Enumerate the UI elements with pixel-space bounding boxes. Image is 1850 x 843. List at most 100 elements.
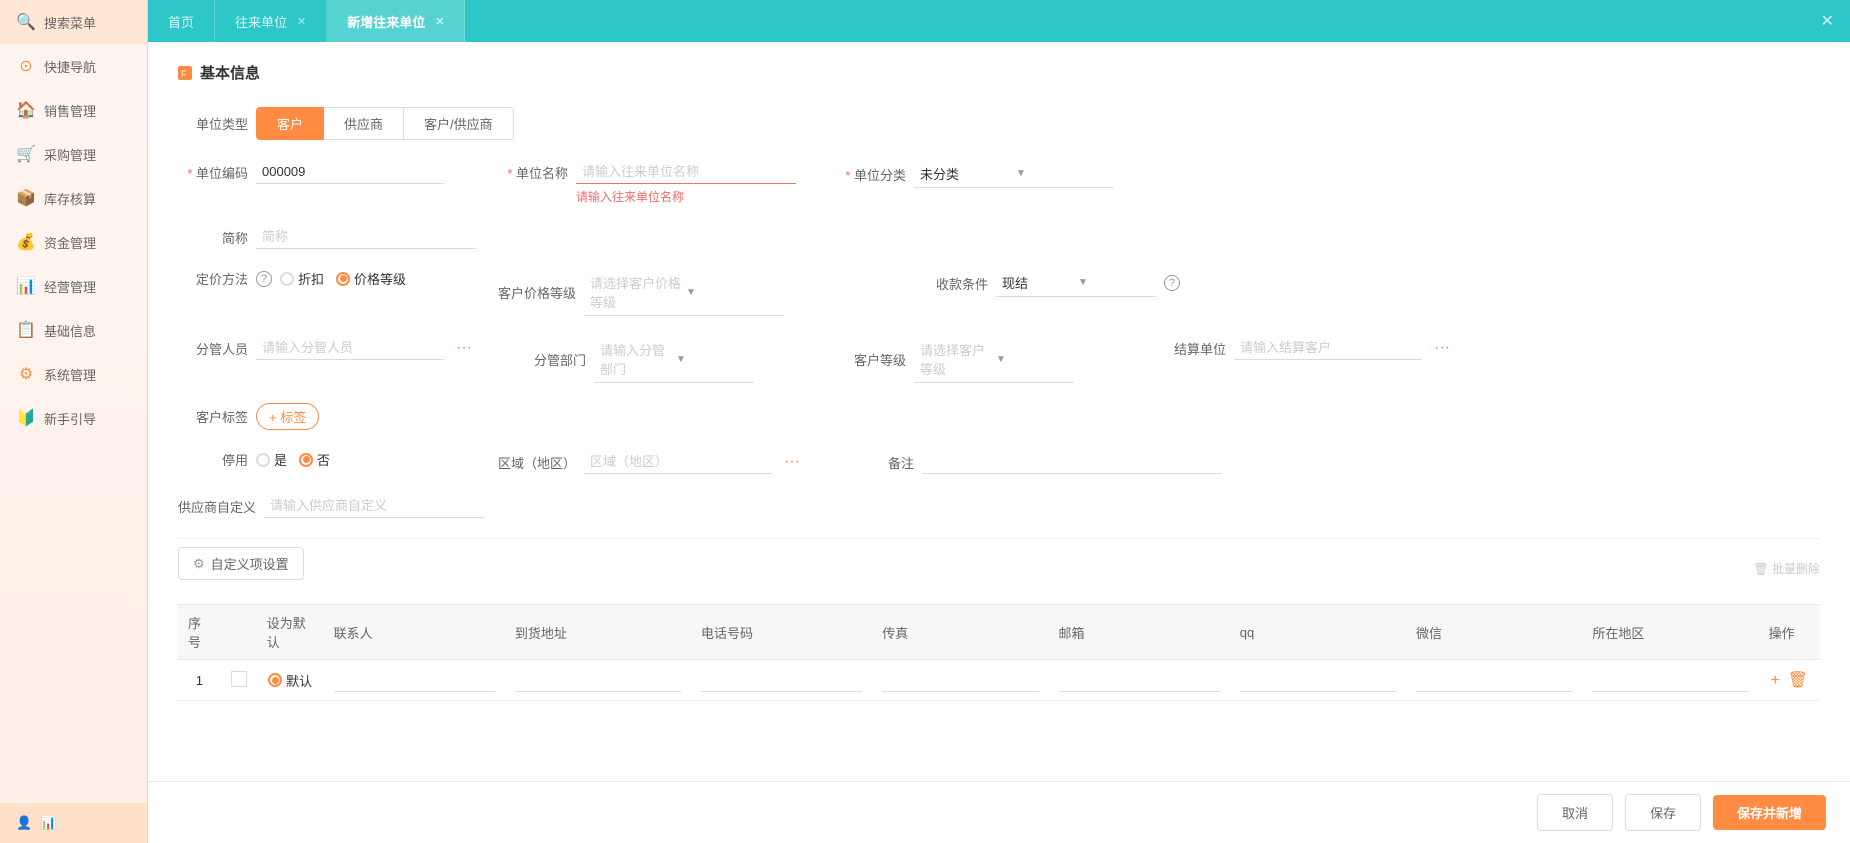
sidebar-item-search[interactable]: 🔍 搜索菜单 xyxy=(0,0,147,44)
department-select[interactable]: 请输入分管部门 ▼ xyxy=(594,336,754,383)
col-email: 邮箱 xyxy=(1049,605,1230,660)
tab-partner-close[interactable]: ✕ xyxy=(297,15,306,28)
radio-disabled-no[interactable]: 否 xyxy=(299,450,330,469)
custom-settings-button[interactable]: ⚙ 自定义项设置 xyxy=(178,547,304,580)
sidebar-user-icon: 👤 xyxy=(16,815,32,831)
email-input[interactable] xyxy=(1059,668,1220,692)
supplier-custom-input[interactable] xyxy=(264,494,484,518)
customer-level-label: 客户等级 xyxy=(836,350,906,369)
wechat-input[interactable] xyxy=(1416,668,1572,692)
customer-price-label: 客户价格等级 xyxy=(498,283,576,302)
address-input[interactable] xyxy=(515,668,681,692)
chevron-down-icon: ▼ xyxy=(1016,168,1108,179)
sidebar-item-inventory[interactable]: 📦 库存核算 xyxy=(0,176,147,220)
tag-add-button[interactable]: + 标签 xyxy=(256,403,319,430)
disabled-group: 停用 是 否 xyxy=(178,450,458,469)
contact-table: 序号 设为默认 联系人 到货地址 电话号码 传真 邮箱 qq 微信 所在地区 操… xyxy=(178,604,1820,701)
cell-contact[interactable] xyxy=(324,660,505,701)
disabled-region-row: 停用 是 否 区域（地区） ··· 备注 xyxy=(178,450,1820,474)
region-input[interactable] xyxy=(584,450,772,474)
short-name-input[interactable] xyxy=(256,225,476,249)
settlement-input[interactable] xyxy=(1234,336,1422,360)
radio-disabled-yes[interactable]: 是 xyxy=(256,450,287,469)
col-contact: 联系人 xyxy=(324,605,505,660)
customer-level-select[interactable]: 请选择客户等级 ▼ xyxy=(914,336,1074,383)
close-all-tabs[interactable]: ✕ xyxy=(1805,11,1850,31)
col-region: 所在地区 xyxy=(1582,605,1758,660)
tab-new-partner-close[interactable]: ✕ xyxy=(435,15,444,28)
cell-region[interactable] xyxy=(1582,660,1758,701)
remark-input[interactable] xyxy=(922,450,1222,474)
tab-home[interactable]: 首页 xyxy=(148,0,215,42)
pricing-help-icon[interactable]: ? xyxy=(256,271,272,287)
tab-partner[interactable]: 往来单位 ✕ xyxy=(215,0,327,42)
type-btn-supplier[interactable]: 供应商 xyxy=(324,107,404,140)
sidebar-item-operation[interactable]: 📊 经营管理 xyxy=(0,264,147,308)
unit-category-group: 单位分类 未分类 ▼ xyxy=(836,160,1116,188)
settlement-more-btn[interactable]: ··· xyxy=(1430,339,1454,357)
cancel-button[interactable]: 取消 xyxy=(1537,794,1613,831)
radio-discount[interactable]: 折扣 xyxy=(280,269,324,288)
row-checkbox[interactable] xyxy=(231,671,247,687)
finance-icon: 💰 xyxy=(16,232,36,252)
unit-name-group: 单位名称 xyxy=(498,160,796,184)
cell-qq[interactable] xyxy=(1230,660,1406,701)
unit-name-input[interactable] xyxy=(576,160,796,184)
region-more-btn[interactable]: ··· xyxy=(780,453,804,471)
default-radio[interactable]: 默认 xyxy=(267,671,314,690)
basic-icon: 📋 xyxy=(16,320,36,340)
manager-more-btn[interactable]: ··· xyxy=(452,339,476,357)
cell-email[interactable] xyxy=(1049,660,1230,701)
unit-code-group: 单位编码 xyxy=(178,160,458,184)
customer-price-select[interactable]: 请选择客户价格等级 ▼ xyxy=(584,269,784,316)
cell-phone[interactable] xyxy=(691,660,872,701)
batch-delete-icon: 🗑 xyxy=(1753,562,1768,576)
sidebar-item-system[interactable]: ⚙ 系统管理 xyxy=(0,352,147,396)
radio-price-level[interactable]: 价格等级 xyxy=(336,269,406,288)
qq-input[interactable] xyxy=(1240,668,1396,692)
customer-tag-group: 客户标签 + 标签 xyxy=(178,403,458,430)
sidebar-item-quicknav[interactable]: ⊙ 快捷导航 xyxy=(0,44,147,88)
form-footer: 取消 保存 保存并新增 xyxy=(148,781,1850,843)
short-name-row: 简称 xyxy=(178,225,1820,249)
col-default: 设为默认 xyxy=(257,605,324,660)
tab-new-partner[interactable]: 新增往来单位 ✕ xyxy=(327,0,465,42)
type-btn-customer[interactable]: 客户 xyxy=(256,107,324,140)
phone-input[interactable] xyxy=(701,668,862,692)
unit-type-btn-group: 客户 供应商 客户/供应商 xyxy=(256,107,514,140)
customer-tag-row: 客户标签 + 标签 xyxy=(178,403,1820,430)
cell-fax[interactable] xyxy=(872,660,1048,701)
cell-wechat[interactable] xyxy=(1406,660,1582,701)
manager-input[interactable] xyxy=(256,336,444,360)
delete-row-button[interactable]: 🗑 xyxy=(1786,670,1810,690)
sidebar-extra-icon: 📊 xyxy=(40,815,56,831)
sidebar-item-finance[interactable]: 💰 资金管理 xyxy=(0,220,147,264)
system-icon: ⚙ xyxy=(16,364,36,384)
payment-help-icon[interactable]: ? xyxy=(1164,275,1180,291)
main-area: 首页 往来单位 ✕ 新增往来单位 ✕ ✕ F 基本信息 单位类型 客户 xyxy=(148,0,1850,843)
code-name-category-row: 单位编码 单位名称 请输入往来单位名称 单位分类 未分类 ▼ xyxy=(178,160,1820,205)
unit-code-input[interactable] xyxy=(256,160,444,184)
add-row-button[interactable]: + xyxy=(1769,672,1782,690)
department-group: 分管部门 请输入分管部门 ▼ xyxy=(516,336,796,383)
sidebar-item-sales[interactable]: 🏠 销售管理 xyxy=(0,88,147,132)
unit-category-select[interactable]: 未分类 ▼ xyxy=(914,160,1114,188)
unit-code-label: 单位编码 xyxy=(178,163,248,182)
batch-delete-button[interactable]: 🗑 批量删除 xyxy=(1753,560,1820,577)
type-btn-both[interactable]: 客户/供应商 xyxy=(404,107,514,140)
save-button[interactable]: 保存 xyxy=(1625,794,1701,831)
cell-checkbox[interactable] xyxy=(221,660,257,701)
contact-input[interactable] xyxy=(334,668,495,692)
sidebar-item-purchase[interactable]: 🛒 采购管理 xyxy=(0,132,147,176)
save-new-button[interactable]: 保存并新增 xyxy=(1713,795,1826,830)
sales-icon: 🏠 xyxy=(16,100,36,120)
col-fax: 传真 xyxy=(872,605,1048,660)
sidebar-item-basic[interactable]: 📋 基础信息 xyxy=(0,308,147,352)
sidebar-item-guide[interactable]: 🔰 新手引导 xyxy=(0,396,147,440)
payment-condition-select[interactable]: 现结 ▼ xyxy=(996,269,1156,297)
operation-icon: 📊 xyxy=(16,276,36,296)
fax-input[interactable] xyxy=(882,668,1038,692)
table-region-input[interactable] xyxy=(1592,668,1748,692)
col-seq: 序号 xyxy=(178,605,221,660)
cell-address[interactable] xyxy=(505,660,691,701)
